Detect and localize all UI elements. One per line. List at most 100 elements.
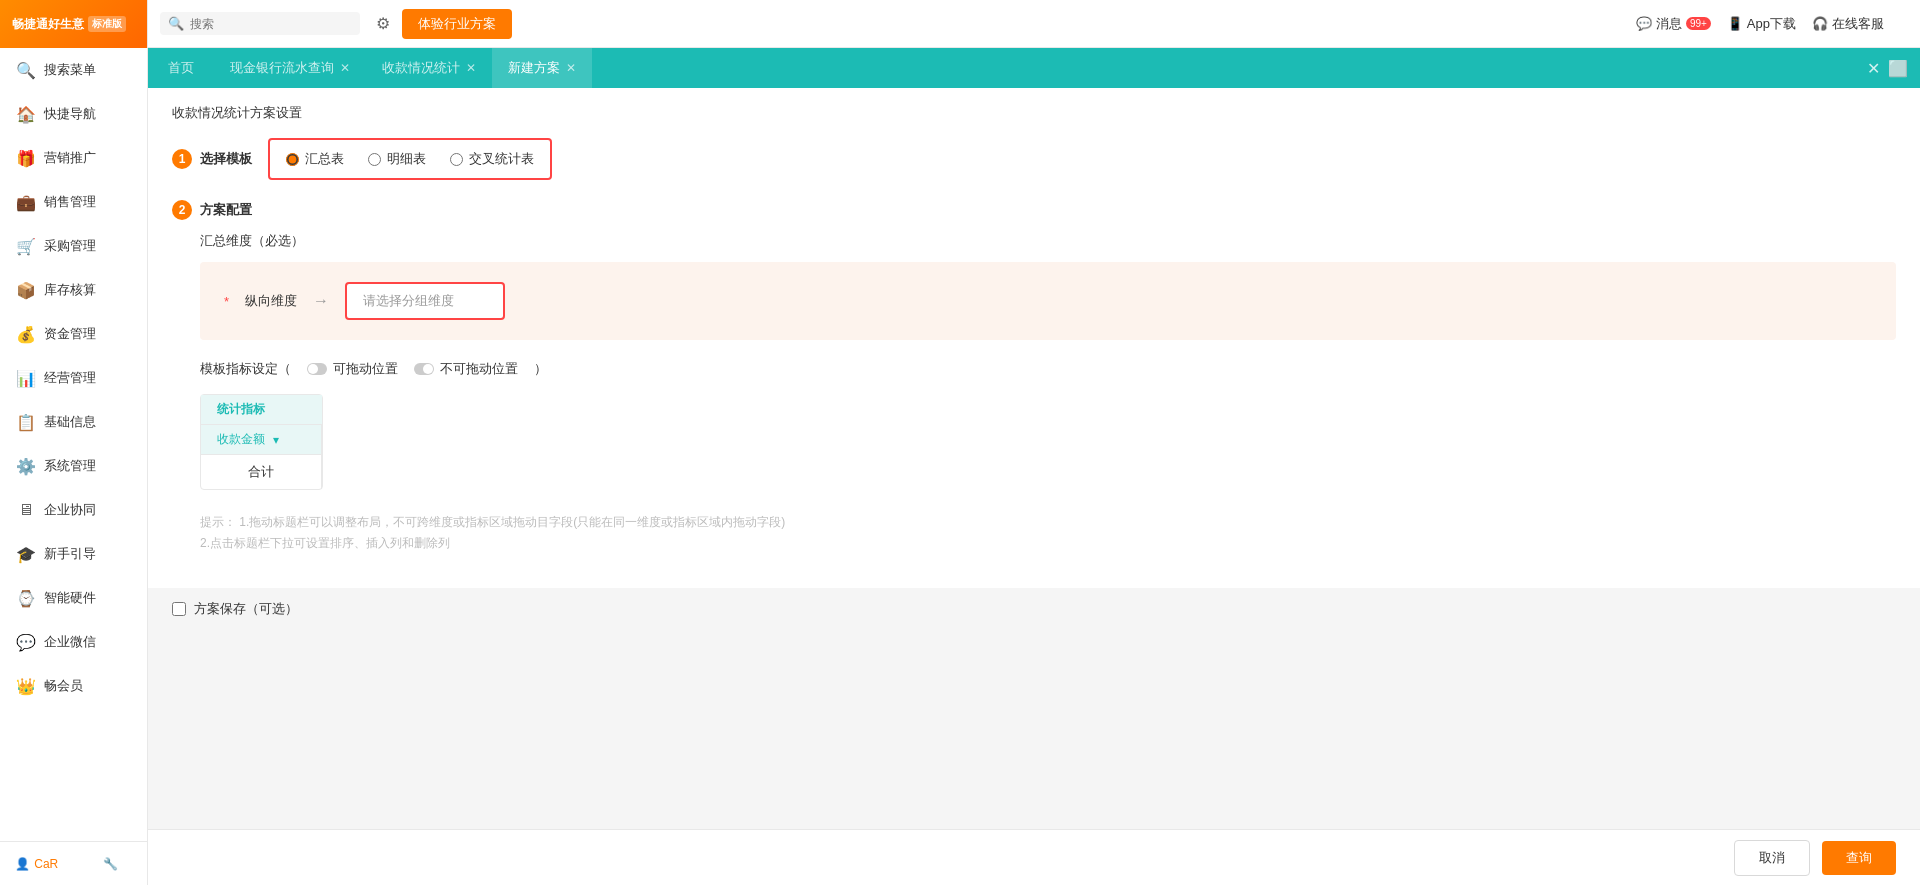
sidebar-item-member[interactable]: 👑 畅会员	[0, 664, 147, 708]
box-icon: 📦	[16, 281, 36, 300]
radio-summary[interactable]: 汇总表	[286, 150, 344, 168]
close-tab-icon[interactable]: ✕	[1867, 59, 1880, 78]
tab-collection-stats[interactable]: 收款情况统计 ✕	[366, 48, 492, 88]
cancel-button[interactable]: 取消	[1734, 840, 1810, 876]
tip-row-1: 2.点击标题栏下拉可设置排序、插入列和删除列	[200, 535, 1896, 552]
page-container: 收款情况统计方案设置 1 选择模板 汇总表 明细表	[148, 88, 1920, 588]
sidebar-item-sales[interactable]: 💼 销售管理	[0, 180, 147, 224]
footer-car-label: CaR	[34, 857, 58, 871]
topbar-right: 💬 消息 99+ 📱 App下载 🎧 在线客服	[1636, 15, 1908, 33]
money-icon: 💰	[16, 325, 36, 344]
user-icon: 👤	[15, 857, 30, 871]
sidebar-item-beginner[interactable]: 🎓 新手引导	[0, 532, 147, 576]
save-checkbox[interactable]	[172, 602, 186, 616]
close-bank-flow-icon[interactable]: ✕	[340, 61, 350, 75]
bottom-bar: 取消 查询	[148, 829, 1920, 885]
hints-container: 可拖动位置 不可拖动位置	[307, 360, 518, 378]
sidebar-item-marketing[interactable]: 🎁 营销推广	[0, 136, 147, 180]
close-new-scheme-icon[interactable]: ✕	[566, 61, 576, 75]
version-badge: 标准版	[88, 16, 126, 32]
step2-number: 2	[172, 200, 192, 220]
wrench-icon: 🔧	[103, 857, 118, 871]
dimension-config-area: * 纵向维度 → 请选择分组维度	[200, 262, 1896, 340]
step1-title: 选择模板	[200, 150, 252, 168]
sidebar-footer: 👤 CaR 🔧	[0, 841, 147, 885]
sidebar-item-system[interactable]: ⚙️ 系统管理	[0, 444, 147, 488]
dimension-row: * 纵向维度 → 请选择分组维度	[224, 282, 1872, 320]
sidebar-item-basic-info[interactable]: 📋 基础信息	[0, 400, 147, 444]
tab-new-scheme[interactable]: 新建方案 ✕	[492, 48, 592, 88]
radio-summary-input[interactable]	[286, 153, 299, 166]
radio-cross-label: 交叉统计表	[469, 150, 534, 168]
template-options-box: 汇总表 明细表 交叉统计表	[268, 138, 552, 180]
step1-number: 1	[172, 149, 192, 169]
close-collection-stats-icon[interactable]: ✕	[466, 61, 476, 75]
sidebar-item-quick-nav[interactable]: 🏠 快捷导航	[0, 92, 147, 136]
dropdown-icon: ▾	[273, 433, 279, 447]
dimension-select[interactable]: 请选择分组维度	[345, 282, 505, 320]
content-area: 收款情况统计方案设置 1 选择模板 汇总表 明细表	[148, 88, 1920, 829]
crown-icon: 👑	[16, 677, 36, 696]
sidebar-item-enterprise[interactable]: 🖥 企业协同	[0, 488, 147, 532]
save-option: 方案保存（可选）	[148, 588, 1920, 630]
step2-section: 2 方案配置 汇总维度（必选） * 纵向维度 → 请选择分组维度	[172, 200, 1896, 552]
message-badge: 99+	[1686, 17, 1711, 30]
hint-movable-label: 可拖动位置	[333, 360, 398, 378]
step2-title: 方案配置	[200, 201, 252, 219]
radio-detail-input[interactable]	[368, 153, 381, 166]
message-button[interactable]: 💬 消息 99+	[1636, 15, 1711, 33]
tips-section: 提示： 1.拖动标题栏可以调整布局，不可跨维度或指标区域拖动目字段(只能在同一维…	[200, 514, 1896, 552]
settings-icon[interactable]: ⚙	[376, 14, 390, 33]
topbar: 🔍 ⚙ 体验行业方案 💬 消息 99+ 📱 App下载 🎧 在线客服	[148, 0, 1920, 48]
page-title: 收款情况统计方案设置	[172, 104, 1896, 122]
indicators-label: 模板指标设定（	[200, 360, 291, 378]
stats-column-0: 收款金额 ▾ 合计	[201, 425, 322, 489]
required-mark: *	[224, 294, 229, 309]
tabbar-actions: ✕ ⬜	[1867, 59, 1920, 78]
sidebar-item-wechat[interactable]: 💬 企业微信	[0, 620, 147, 664]
sidebar-item-hardware[interactable]: ⌚ 智能硬件	[0, 576, 147, 620]
sidebar-footer-left[interactable]: 👤 CaR	[0, 842, 74, 885]
graduate-icon: 🎓	[16, 545, 36, 564]
download-button[interactable]: 📱 App下载	[1727, 15, 1796, 33]
radio-cross[interactable]: 交叉统计表	[450, 150, 534, 168]
maximize-icon[interactable]: ⬜	[1888, 59, 1908, 78]
hint-fixed-label: 不可拖动位置	[440, 360, 518, 378]
sidebar-footer-right[interactable]: 🔧	[74, 842, 148, 885]
search-box[interactable]: 🔍	[160, 12, 360, 35]
service-button[interactable]: 🎧 在线客服	[1812, 15, 1884, 33]
sidebar-item-purchase[interactable]: 🛒 采购管理	[0, 224, 147, 268]
watch-icon: ⌚	[16, 589, 36, 608]
cart-icon: 🛒	[16, 237, 36, 256]
dimension-group-title: 汇总维度（必选）	[200, 232, 1896, 250]
trial-button[interactable]: 体验行业方案	[402, 9, 512, 39]
search-input[interactable]	[190, 17, 340, 31]
sidebar: 畅捷通好生意 标准版 🔍 搜索菜单 🏠 快捷导航 🎁 营销推广 💼 销售管理 🛒…	[0, 0, 148, 885]
radio-detail[interactable]: 明细表	[368, 150, 426, 168]
fixed-toggle-icon	[414, 363, 434, 375]
sidebar-item-inventory[interactable]: 📦 库存核算	[0, 268, 147, 312]
indicators-close: ）	[534, 360, 547, 378]
download-icon: 📱	[1727, 16, 1743, 31]
movable-toggle-icon	[307, 363, 327, 375]
indicators-header: 模板指标设定（ 可拖动位置 不可拖动位置 ）	[200, 360, 1896, 378]
sidebar-item-operations[interactable]: 📊 经营管理	[0, 356, 147, 400]
stats-columns: 收款金额 ▾ 合计	[201, 425, 322, 489]
gift-icon: 🎁	[16, 149, 36, 168]
stats-col-header-0[interactable]: 收款金额 ▾	[201, 425, 321, 455]
hint-movable: 可拖动位置	[307, 360, 398, 378]
stats-cell-0-0: 合计	[201, 455, 321, 489]
radio-cross-input[interactable]	[450, 153, 463, 166]
sidebar-item-search-menu[interactable]: 🔍 搜索菜单	[0, 48, 147, 92]
hint-fixed: 不可拖动位置	[414, 360, 518, 378]
vertical-dimension-label: 纵向维度	[245, 292, 297, 310]
sidebar-item-finance[interactable]: 💰 资金管理	[0, 312, 147, 356]
tab-home[interactable]: 首页	[148, 48, 214, 88]
home-icon: 🏠	[16, 105, 36, 124]
tab-bank-flow[interactable]: 现金银行流水查询 ✕	[214, 48, 366, 88]
search-icon: 🔍	[168, 16, 184, 31]
radio-summary-label: 汇总表	[305, 150, 344, 168]
main-container: 🔍 ⚙ 体验行业方案 💬 消息 99+ 📱 App下载 🎧 在线客服 首页	[148, 0, 1920, 885]
sidebar-logo: 畅捷通好生意 标准版	[0, 0, 147, 48]
query-button[interactable]: 查询	[1822, 841, 1896, 875]
